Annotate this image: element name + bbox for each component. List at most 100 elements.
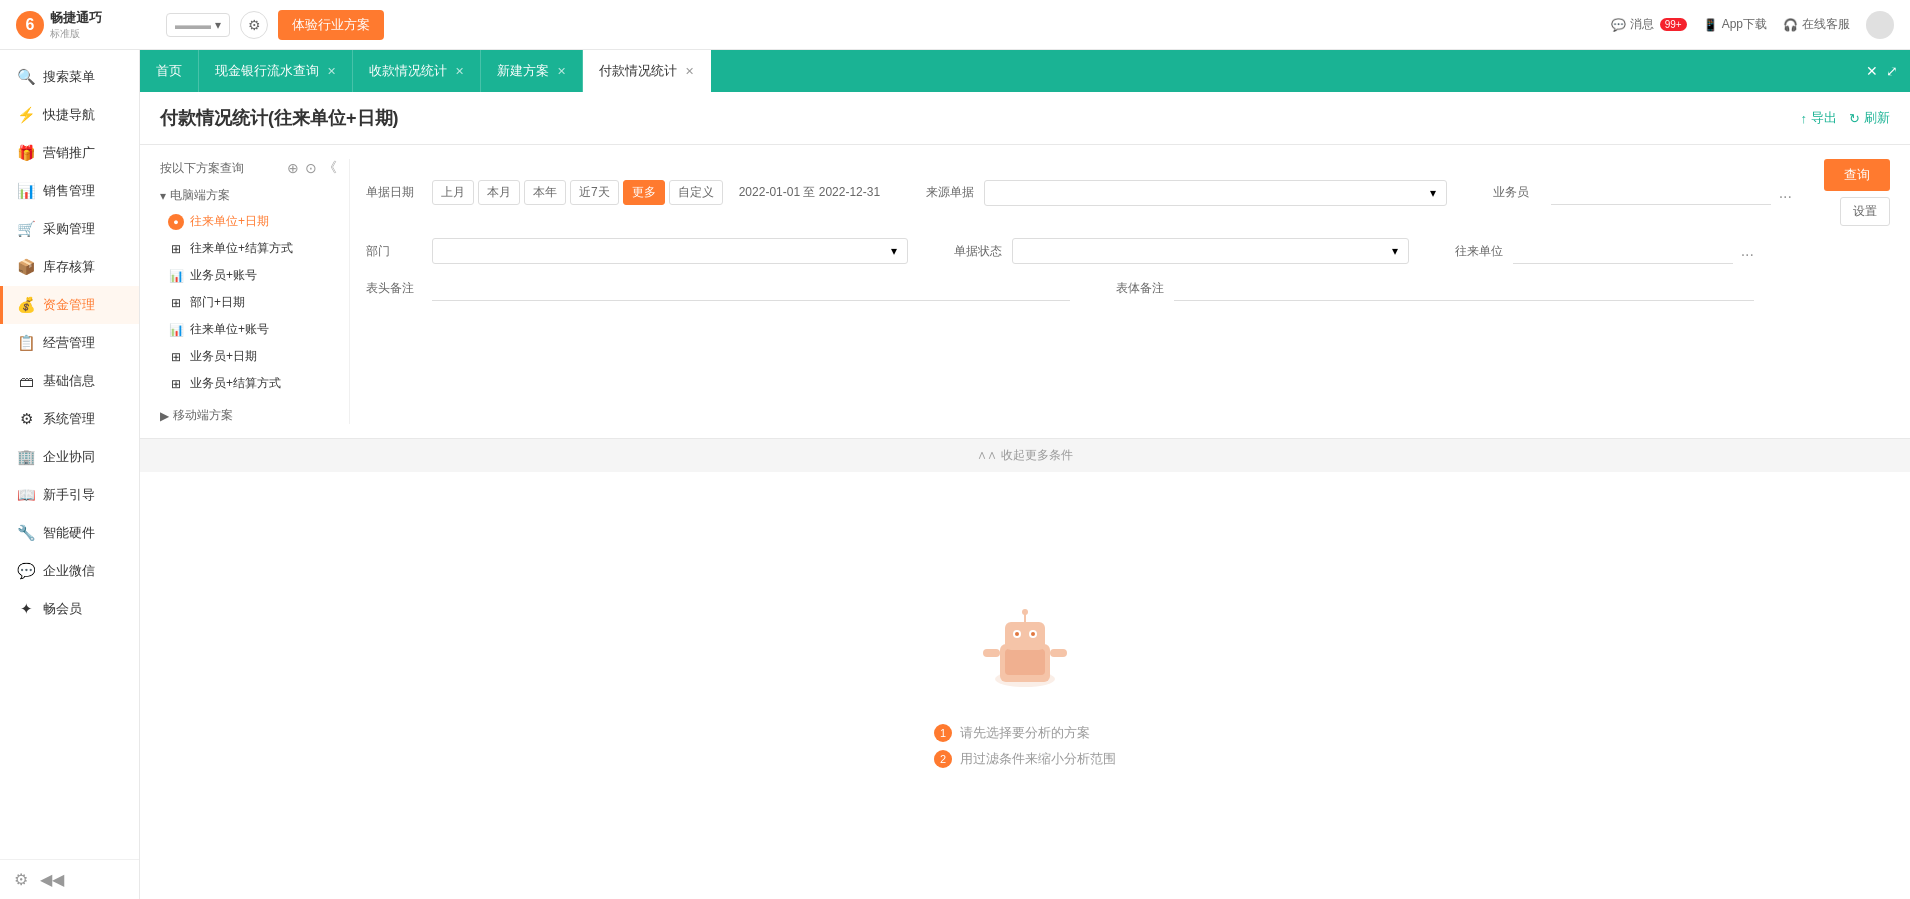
- sidebar-item-basic[interactable]: 🗃 基础信息: [0, 362, 139, 400]
- sidebar-item-guide[interactable]: 📖 新手引导: [0, 476, 139, 514]
- header-note-input[interactable]: [432, 276, 1070, 301]
- empty-text: 1 请先选择要分析的方案 2 用过滤条件来缩小分析范围: [934, 724, 1116, 768]
- export-icon: ↑: [1801, 111, 1808, 126]
- close-window-icon[interactable]: ✕: [1866, 63, 1878, 79]
- collapse-icon: ∧∧: [977, 448, 1000, 462]
- date-btn-custom[interactable]: 自定义: [669, 180, 723, 205]
- partner-dots[interactable]: ...: [1741, 242, 1754, 260]
- salesman-dots[interactable]: ...: [1779, 184, 1792, 202]
- scheme-panel-actions: ⊕ ⊙ 《: [287, 159, 337, 177]
- tab-receipt-close[interactable]: ✕: [455, 65, 464, 78]
- add-scheme-icon[interactable]: ⊕: [287, 160, 299, 176]
- query-button[interactable]: 查询: [1824, 159, 1890, 191]
- sidebar-item-wechat[interactable]: 💬 企业微信: [0, 552, 139, 590]
- bar-icon: 📊: [168, 322, 184, 338]
- sidebar-footer: ⚙ ◀◀: [0, 859, 139, 899]
- source-select[interactable]: ▾: [984, 180, 1447, 206]
- chart-icon: 📊: [168, 268, 184, 284]
- footer-collapse-icon[interactable]: ◀◀: [40, 870, 64, 889]
- table3-icon: ⊞: [168, 376, 184, 392]
- sidebar-item-purchase[interactable]: 🛒 采购管理: [0, 210, 139, 248]
- scheme-panel-title: 按以下方案查询: [160, 160, 244, 177]
- message-badge: 99+: [1660, 18, 1687, 31]
- online-service-item[interactable]: 🎧 在线客服: [1783, 16, 1850, 33]
- maximize-window-icon[interactable]: ⤢: [1886, 63, 1898, 79]
- top-right: 💬 消息 99+ 📱 App下载 🎧 在线客服: [1611, 11, 1894, 39]
- operation-icon: 📋: [17, 334, 35, 352]
- dept-select[interactable]: ▾: [432, 238, 908, 264]
- avatar[interactable]: [1866, 11, 1894, 39]
- refresh-icon: ↻: [1849, 111, 1860, 126]
- scheme-item-dept-date[interactable]: ⊞ 部门+日期: [160, 289, 337, 316]
- mobile-scheme-group[interactable]: ▶ 移动端方案: [160, 407, 337, 424]
- tab-bank[interactable]: 现金银行流水查询 ✕: [199, 50, 353, 92]
- trial-button[interactable]: 体验行业方案: [278, 10, 384, 40]
- tab-bar: 首页 现金银行流水查询 ✕ 收款情况统计 ✕ 新建方案 ✕ 付款情况统计 ✕ ✕…: [140, 50, 1910, 92]
- system-icon: ⚙: [17, 410, 35, 428]
- export-button[interactable]: ↑ 导出: [1801, 109, 1838, 127]
- tab-new-scheme[interactable]: 新建方案 ✕: [481, 50, 583, 92]
- date-filter-label: 单据日期: [366, 184, 416, 201]
- sales-icon: 📊: [17, 182, 35, 200]
- date-btn-this-year[interactable]: 本年: [524, 180, 566, 205]
- sidebar-item-member[interactable]: ✦ 畅会员: [0, 590, 139, 628]
- refresh-button[interactable]: ↻ 刷新: [1849, 109, 1890, 127]
- sidebar-item-corp[interactable]: 🏢 企业协同: [0, 438, 139, 476]
- message-item[interactable]: 💬 消息 99+: [1611, 16, 1687, 33]
- svg-rect-2: [1005, 649, 1045, 675]
- sidebar-item-hardware[interactable]: 🔧 智能硬件: [0, 514, 139, 552]
- logo-icon: 6: [16, 11, 44, 39]
- salesman-input[interactable]: [1551, 180, 1771, 205]
- collapse-scheme-icon[interactable]: 《: [323, 159, 337, 177]
- footer-settings-icon[interactable]: ⚙: [14, 870, 28, 889]
- date-btn-7days[interactable]: 近7天: [570, 180, 619, 205]
- date-buttons: 上月 本月 本年 近7天 更多 自定义: [432, 180, 723, 205]
- svg-rect-3: [1005, 622, 1045, 650]
- search-icon: 🔍: [17, 68, 35, 86]
- app-download-item[interactable]: 📱 App下载: [1703, 16, 1767, 33]
- settings-scheme-icon[interactable]: ⊙: [305, 160, 317, 176]
- sidebar-item-system[interactable]: ⚙ 系统管理: [0, 400, 139, 438]
- filter-area: 单据日期 上月 本月 本年 近7天 更多 自定义 2022-01-01 至 20…: [350, 159, 1890, 424]
- service-icon: 🎧: [1783, 18, 1798, 32]
- desktop-scheme-group[interactable]: ▾ 电脑端方案: [160, 187, 337, 204]
- scheme-item-salesman-date[interactable]: ⊞ 业务员+日期: [160, 343, 337, 370]
- tab-home[interactable]: 首页: [140, 50, 199, 92]
- scheme-item-salesman-settle[interactable]: ⊞ 业务员+结算方式: [160, 370, 337, 397]
- empty-tip-2: 2 用过滤条件来缩小分析范围: [934, 750, 1116, 768]
- company-dropdown[interactable]: ▬▬▬ ▾: [166, 13, 230, 37]
- sidebar-item-search[interactable]: 🔍 搜索菜单: [0, 58, 139, 96]
- tab-receipt[interactable]: 收款情况统计 ✕: [353, 50, 481, 92]
- sidebar-item-marketing[interactable]: 🎁 营销推广: [0, 134, 139, 172]
- member-icon: ✦: [17, 600, 35, 618]
- inventory-icon: 📦: [17, 258, 35, 276]
- content-area: 首页 现金银行流水查询 ✕ 收款情况统计 ✕ 新建方案 ✕ 付款情况统计 ✕ ✕…: [140, 50, 1910, 899]
- collapse-bar[interactable]: ∧∧ 收起更多条件: [140, 438, 1910, 472]
- scheme-item-unit-settle[interactable]: ⊞ 往来单位+结算方式: [160, 235, 337, 262]
- page-actions: ↑ 导出 ↻ 刷新: [1801, 109, 1891, 141]
- sidebar-item-inventory[interactable]: 📦 库存核算: [0, 248, 139, 286]
- date-btn-more[interactable]: 更多: [623, 180, 665, 205]
- sidebar-item-sales[interactable]: 📊 销售管理: [0, 172, 139, 210]
- partner-input[interactable]: [1513, 239, 1733, 264]
- tab-bank-close[interactable]: ✕: [327, 65, 336, 78]
- settings-small-button[interactable]: 设置: [1840, 197, 1890, 226]
- body-note-input[interactable]: [1174, 276, 1754, 301]
- scheme-item-unit-date[interactable]: ● 往来单位+日期: [160, 208, 337, 235]
- app-icon: 📱: [1703, 18, 1718, 32]
- settings-btn[interactable]: ⚙: [240, 11, 268, 39]
- tab-payment-close[interactable]: ✕: [685, 65, 694, 78]
- sidebar-item-fund[interactable]: 💰 资金管理: [0, 286, 139, 324]
- scheme-item-salesman-account[interactable]: 📊 业务员+账号: [160, 262, 337, 289]
- sidebar-item-quick-nav[interactable]: ⚡ 快捷导航: [0, 96, 139, 134]
- doc-status-select[interactable]: ▾: [1012, 238, 1408, 264]
- tab-payment[interactable]: 付款情况统计 ✕: [583, 50, 711, 92]
- date-btn-this-month[interactable]: 本月: [478, 180, 520, 205]
- hardware-icon: 🔧: [17, 524, 35, 542]
- scheme-item-unit-account[interactable]: 📊 往来单位+账号: [160, 316, 337, 343]
- tab-new-scheme-close[interactable]: ✕: [557, 65, 566, 78]
- date-btn-last-month[interactable]: 上月: [432, 180, 474, 205]
- sidebar-item-operation[interactable]: 📋 经营管理: [0, 324, 139, 362]
- page-header: 付款情况统计(往来单位+日期) ↑ 导出 ↻ 刷新: [140, 92, 1910, 145]
- partner-filter-label: 往来单位: [1455, 243, 1505, 260]
